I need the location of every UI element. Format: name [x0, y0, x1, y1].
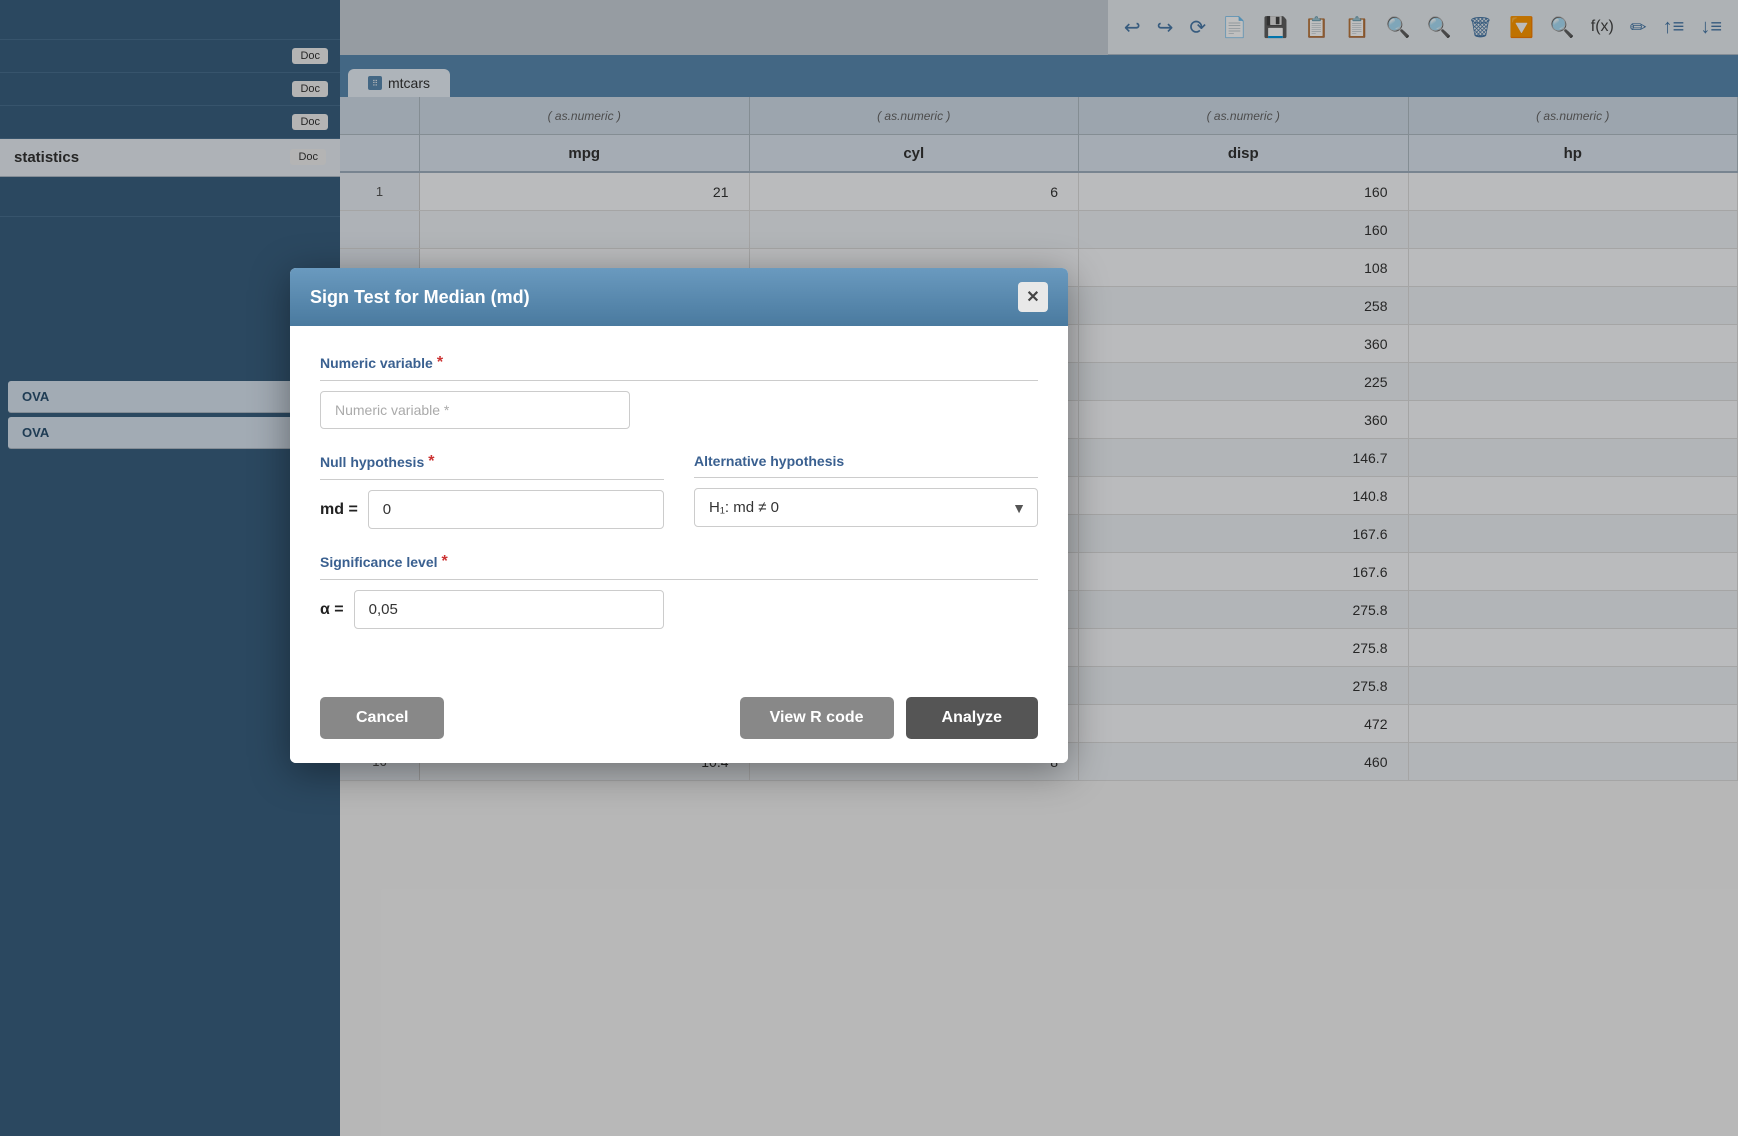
view-r-code-button[interactable]: View R code [740, 697, 894, 739]
null-hypothesis-label: Null hypothesis * [320, 453, 664, 471]
significance-input-row: α = [320, 590, 1038, 629]
dialog-footer: Cancel View R code Analyze [290, 681, 1068, 763]
field-divider-4 [320, 579, 1038, 580]
required-star-3: * [442, 553, 448, 571]
dialog-body: Numeric variable * Null hypothesis * md … [290, 326, 1068, 681]
null-hypothesis-group: Null hypothesis * md = [320, 453, 664, 529]
null-value-input[interactable] [368, 490, 664, 529]
alpha-label: α = [320, 601, 344, 619]
alt-hypothesis-select[interactable]: H₁: md ≠ 0 H₁: md < 0 H₁: md > 0 [694, 488, 1038, 527]
significance-value-input[interactable] [354, 590, 664, 629]
alt-hypothesis-label: Alternative hypothesis [694, 453, 1038, 469]
alt-hypothesis-group: Alternative hypothesis H₁: md ≠ 0 H₁: md… [694, 453, 1038, 529]
significance-level-label: Significance level * [320, 553, 1038, 571]
cancel-button[interactable]: Cancel [320, 697, 444, 739]
significance-level-group: Significance level * α = [320, 553, 1038, 629]
analyze-button[interactable]: Analyze [906, 697, 1038, 739]
null-md-label: md = [320, 501, 358, 519]
field-divider-1 [320, 380, 1038, 381]
numeric-variable-input[interactable] [320, 391, 630, 429]
sign-test-dialog: Sign Test for Median (md) ✕ Numeric vari… [290, 268, 1068, 763]
dialog-title: Sign Test for Median (md) [310, 287, 530, 308]
field-divider-2 [320, 479, 664, 480]
dialog-close-button[interactable]: ✕ [1018, 282, 1048, 312]
required-star-2: * [428, 453, 434, 471]
numeric-variable-label: Numeric variable * [320, 354, 1038, 372]
required-star-1: * [437, 354, 443, 372]
footer-right-buttons: View R code Analyze [740, 697, 1038, 739]
alt-select-wrapper: H₁: md ≠ 0 H₁: md < 0 H₁: md > 0 ▼ [694, 488, 1038, 527]
hypothesis-row: Null hypothesis * md = Alternative hypot… [320, 453, 1038, 529]
null-hyp-input-row: md = [320, 490, 664, 529]
field-divider-3 [694, 477, 1038, 478]
dialog-header: Sign Test for Median (md) ✕ [290, 268, 1068, 326]
numeric-variable-group: Numeric variable * [320, 354, 1038, 429]
